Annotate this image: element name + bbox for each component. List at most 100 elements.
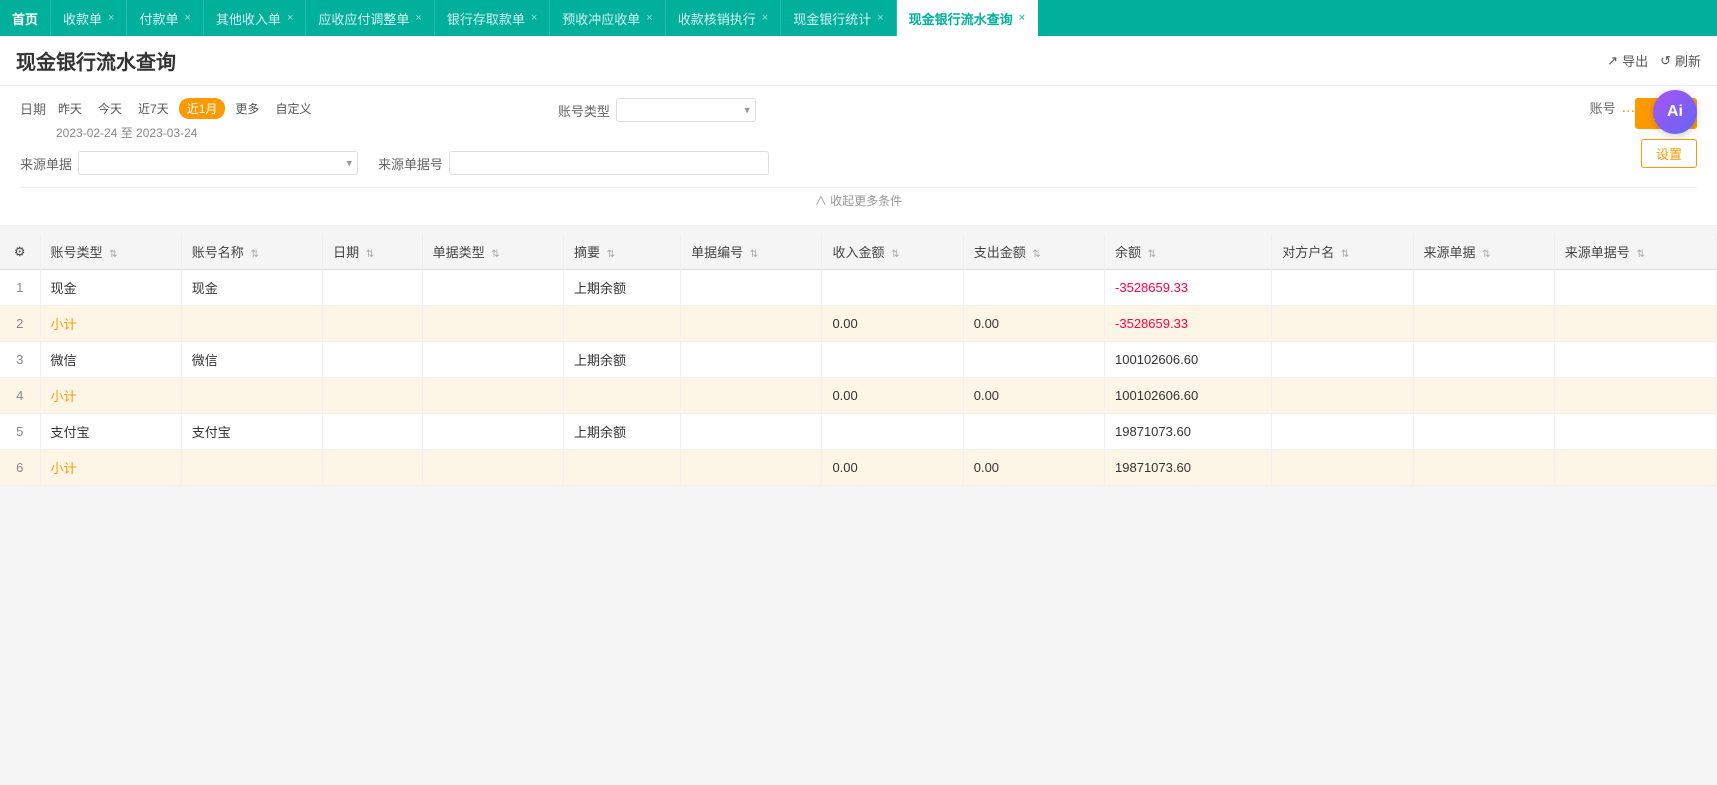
nav-tab-bank-deposit-close[interactable]: ×	[531, 12, 537, 24]
account-type-select[interactable]	[616, 98, 756, 122]
nav-tab-other-income-close[interactable]: ×	[287, 12, 293, 24]
col-counterpart-label: 对方户名	[1282, 245, 1334, 260]
nav-tab-prepaid-offset-close[interactable]: ×	[646, 12, 652, 24]
col-source-doc[interactable]: 来源单据 ⇅	[1413, 234, 1554, 270]
account-type-select-wrapper	[616, 98, 756, 122]
date-range-text: 2023-02-24 至 2023-03-24	[56, 126, 197, 140]
date-btn-yesterday[interactable]: 昨天	[52, 98, 88, 119]
table-cell	[323, 450, 423, 486]
nav-tab-bank-deposit[interactable]: 银行存取款单 ×	[435, 0, 550, 36]
table-cell	[422, 450, 563, 486]
col-counterpart[interactable]: 对方户名 ⇅	[1272, 234, 1413, 270]
table-cell: 现金	[40, 270, 181, 306]
collapse-bar[interactable]: ∧ 收起更多条件	[20, 187, 1697, 213]
table-cell	[563, 306, 680, 342]
col-settings[interactable]: ⚙	[0, 234, 40, 270]
account-filter-group: 账号 ...	[996, 98, 1635, 117]
col-account-name[interactable]: 账号名称 ⇅	[181, 234, 322, 270]
col-summary[interactable]: 摘要 ⇅	[563, 234, 680, 270]
table-row[interactable]: 1现金现金上期余额-3528659.33	[0, 270, 1717, 306]
source-doc-select-wrapper	[78, 151, 358, 175]
account-type-filter-group: 账号类型	[337, 98, 976, 122]
table-cell: 小计	[40, 378, 181, 414]
table-cell	[822, 414, 963, 450]
col-account-type[interactable]: 账号类型 ⇅	[40, 234, 181, 270]
table-settings-icon[interactable]: ⚙	[14, 244, 26, 259]
table-cell: 19871073.60	[1105, 414, 1272, 450]
col-doc-type[interactable]: 单据类型 ⇅	[422, 234, 563, 270]
table-cell	[1413, 342, 1554, 378]
nav-tab-prepaid-offset[interactable]: 预收冲应收单 ×	[550, 0, 665, 36]
refresh-button[interactable]: ↺ 刷新	[1660, 51, 1701, 70]
nav-tab-ar-ap-adjust[interactable]: 应收应付调整单 ×	[306, 0, 434, 36]
page-title: 现金银行流水查询	[16, 46, 176, 75]
date-btn-7days[interactable]: 近7天	[132, 98, 175, 119]
nav-tab-home[interactable]: 首页	[0, 0, 51, 36]
table-row[interactable]: 5支付宝支付宝上期余额19871073.60	[0, 414, 1717, 450]
table-cell	[1554, 342, 1716, 378]
nav-tab-receipt-close[interactable]: ×	[108, 12, 114, 24]
table-cell	[681, 306, 822, 342]
nav-tab-cash-bank-stat[interactable]: 现金银行统计 ×	[781, 0, 896, 36]
date-btn-custom[interactable]: 自定义	[269, 98, 317, 119]
source-doc-filter-group: 来源单据	[20, 151, 358, 175]
settings-button[interactable]: 设置	[1641, 139, 1697, 168]
refresh-icon: ↺	[1660, 53, 1671, 69]
table-cell: 0.00	[822, 450, 963, 486]
nav-tab-receipt-label: 收款单	[63, 9, 102, 28]
date-btn-1month[interactable]: 近1月	[179, 98, 226, 119]
table-cell: 小计	[40, 306, 181, 342]
col-balance[interactable]: 余额 ⇅	[1105, 234, 1272, 270]
table-cell: 0.00	[822, 378, 963, 414]
table-cell: 0.00	[963, 378, 1104, 414]
nav-tab-payment-label: 付款单	[139, 9, 178, 28]
col-expense[interactable]: 支出金额 ⇅	[963, 234, 1104, 270]
sort-icon-account-name: ⇅	[250, 249, 258, 260]
nav-tab-receipt-verify-close[interactable]: ×	[762, 12, 768, 24]
table-cell: 微信	[181, 342, 322, 378]
table-cell: 上期余额	[563, 342, 680, 378]
table-row[interactable]: 6小计0.000.0019871073.60	[0, 450, 1717, 486]
table-row[interactable]: 4小计0.000.00100102606.60	[0, 378, 1717, 414]
date-btn-more[interactable]: 更多	[229, 98, 265, 119]
col-doc-no[interactable]: 单据编号 ⇅	[681, 234, 822, 270]
sort-icon-counterpart: ⇅	[1341, 249, 1349, 260]
account-dots[interactable]: ...	[1622, 99, 1635, 117]
nav-tab-receipt-verify[interactable]: 收款核销执行 ×	[666, 0, 781, 36]
nav-tab-ar-ap-adjust-close[interactable]: ×	[415, 12, 421, 24]
nav-tab-receipt[interactable]: 收款单 ×	[51, 0, 127, 36]
ai-badge[interactable]: Ai	[1653, 90, 1697, 134]
sort-icon-source-doc: ⇅	[1482, 249, 1490, 260]
date-btn-today[interactable]: 今天	[92, 98, 128, 119]
table-cell: 0.00	[963, 306, 1104, 342]
export-button[interactable]: ↗ 导出	[1607, 51, 1648, 70]
date-range-display: 2023-02-24 至 2023-03-24	[52, 124, 1635, 141]
table-cell	[1413, 378, 1554, 414]
table-cell: 现金	[181, 270, 322, 306]
table-row[interactable]: 3微信微信上期余额100102606.60	[0, 342, 1717, 378]
nav-tab-cash-bank-stat-close[interactable]: ×	[877, 12, 883, 24]
nav-tab-other-income[interactable]: 其他收入单 ×	[204, 0, 306, 36]
source-doc-select[interactable]	[78, 151, 358, 175]
table-row[interactable]: 2小计0.000.00-3528659.33	[0, 306, 1717, 342]
source-doc-no-input[interactable]	[449, 151, 769, 175]
table-cell: 1	[0, 270, 40, 306]
nav-tab-payment[interactable]: 付款单 ×	[127, 0, 203, 36]
table-cell	[422, 378, 563, 414]
table-cell: 小计	[40, 450, 181, 486]
nav-tab-cash-bank-flow[interactable]: 现金银行流水查询 ×	[897, 0, 1038, 36]
col-summary-label: 摘要	[574, 245, 600, 260]
col-date[interactable]: 日期 ⇅	[323, 234, 423, 270]
table-cell	[681, 450, 822, 486]
table-cell	[563, 450, 680, 486]
nav-tab-payment-close[interactable]: ×	[184, 12, 190, 24]
col-income[interactable]: 收入金额 ⇅	[822, 234, 963, 270]
table-cell	[681, 270, 822, 306]
date-filter-group: 日期 昨天 今天 近7天 近1月 更多 自定义	[20, 98, 317, 119]
table-cell	[963, 342, 1104, 378]
col-income-label: 收入金额	[832, 245, 884, 260]
col-source-doc-no[interactable]: 来源单据号 ⇅	[1554, 234, 1716, 270]
nav-tab-cash-bank-flow-close[interactable]: ×	[1019, 12, 1025, 24]
nav-tab-ar-ap-adjust-label: 应收应付调整单	[318, 9, 409, 28]
table-cell: 微信	[40, 342, 181, 378]
